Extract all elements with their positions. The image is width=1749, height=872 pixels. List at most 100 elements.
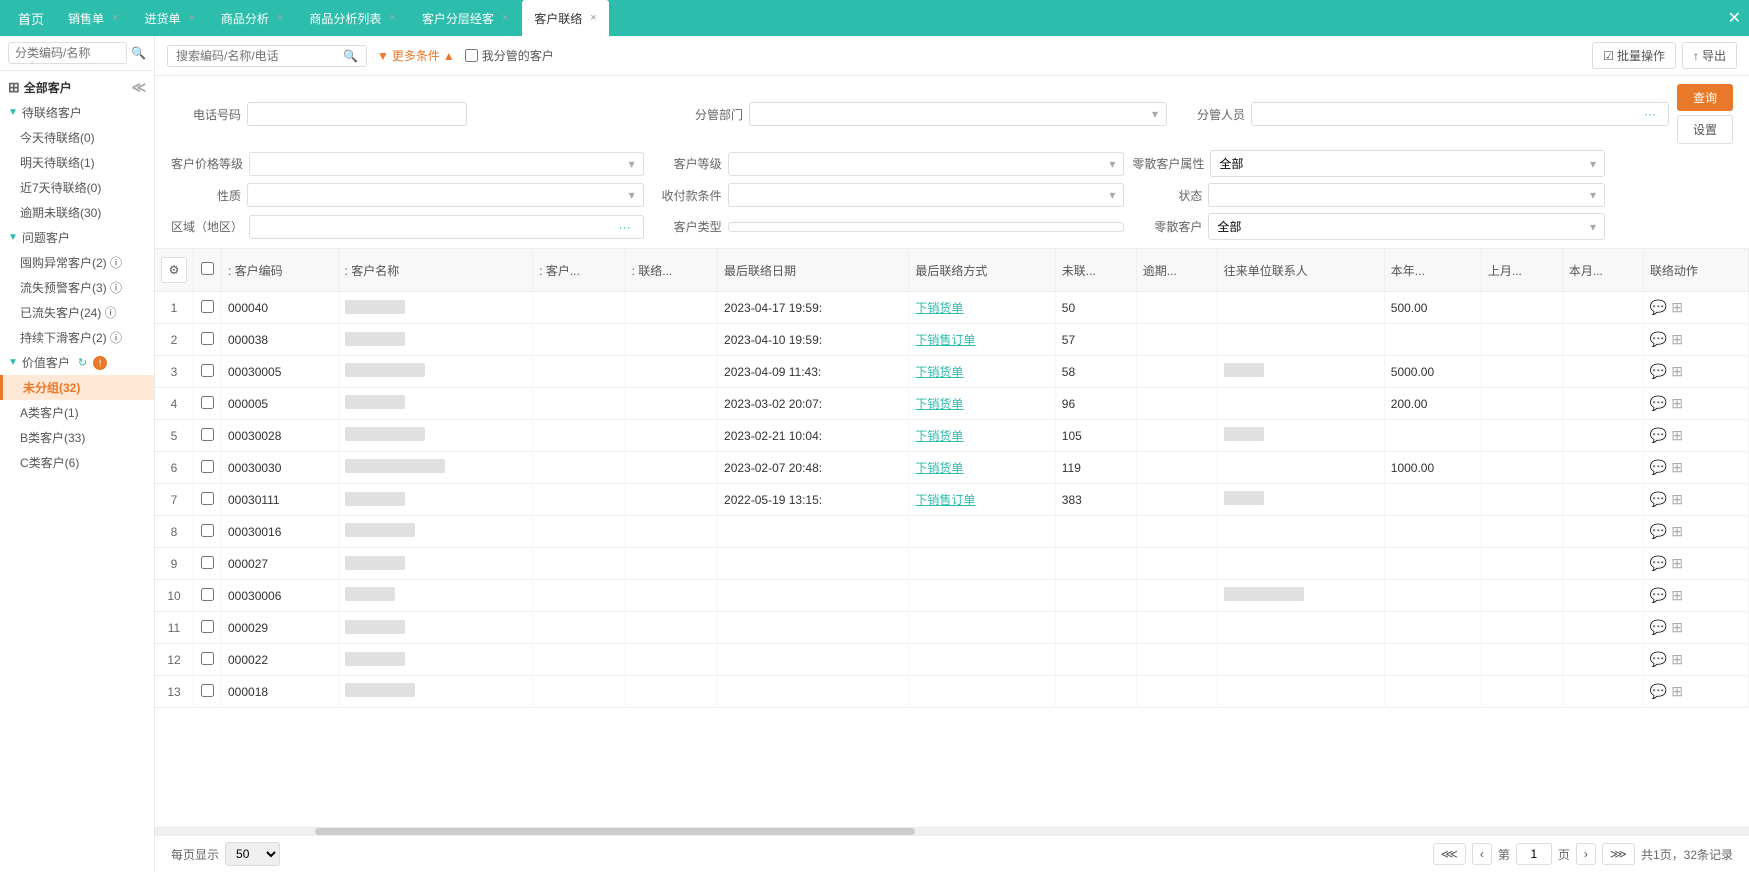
nav-tab-customer-contact[interactable]: 客户联络 × [522, 0, 608, 36]
nav-home[interactable]: 首页 [8, 9, 54, 28]
sidebar-item-tomorrow[interactable]: 明天待联络(1) [0, 150, 154, 175]
person-dots[interactable]: ··· [1640, 107, 1660, 121]
sidebar-search-icon[interactable]: 🔍 [131, 46, 146, 60]
row-checkbox[interactable] [201, 364, 214, 377]
nav-tab-customer-segment[interactable]: 客户分层经客 × [410, 0, 520, 36]
grid-action-icon[interactable]: ⊞ [1671, 331, 1683, 348]
nav-tab-purchase[interactable]: 进货单 × [132, 0, 206, 36]
region-dots[interactable]: ··· [615, 220, 635, 234]
chat-icon[interactable]: 💬 [1650, 587, 1667, 604]
my-customers-checkbox[interactable] [465, 49, 478, 62]
grid-action-icon[interactable]: ⊞ [1671, 523, 1683, 540]
first-page-btn[interactable]: ⋘ [1433, 843, 1466, 865]
chat-icon[interactable]: 💬 [1650, 395, 1667, 412]
filter-search-input[interactable] [176, 49, 339, 63]
chat-icon[interactable]: 💬 [1650, 299, 1667, 316]
nav-tab-analysis-list[interactable]: 商品分析列表 × [297, 0, 407, 36]
last-page-btn[interactable]: ⋙ [1602, 843, 1635, 865]
sidebar-item-declining[interactable]: 持续下滑客户(2) ⓘ [0, 325, 154, 350]
row-checkbox[interactable] [201, 428, 214, 441]
row-checkbox[interactable] [201, 684, 214, 697]
grid-action-icon[interactable]: ⊞ [1671, 619, 1683, 636]
nav-tab-analysis[interactable]: 商品分析 × [209, 0, 295, 36]
price-grade-select[interactable]: ▾ [249, 152, 644, 176]
sidebar-search-input[interactable] [8, 42, 127, 64]
region-select[interactable]: ··· [249, 215, 644, 239]
filter-search-icon[interactable]: 🔍 [343, 49, 358, 63]
chat-icon[interactable]: 💬 [1650, 459, 1667, 476]
method-link[interactable]: 下销货单 [915, 461, 963, 475]
method-link[interactable]: 下销售订单 [915, 333, 975, 347]
close-analysis-tab[interactable]: × [277, 12, 283, 24]
batch-ops-btn[interactable]: ☑ 批量操作 [1592, 42, 1676, 69]
sidebar-item-overdue[interactable]: 逾期未联络(30) [0, 200, 154, 225]
export-btn[interactable]: ↑ 导出 [1682, 42, 1737, 69]
confirm-btn[interactable]: 查询 [1677, 84, 1733, 111]
more-conditions-btn[interactable]: ▼ 更多条件 ▲ [377, 47, 455, 64]
chat-icon[interactable]: 💬 [1650, 491, 1667, 508]
customer-type-select[interactable] [728, 222, 1125, 232]
gear-btn[interactable]: ⚙ [161, 257, 187, 283]
grid-action-icon[interactable]: ⊞ [1671, 651, 1683, 668]
row-checkbox[interactable] [201, 396, 214, 409]
row-checkbox[interactable] [201, 556, 214, 569]
method-link[interactable]: 下销货单 [915, 397, 963, 411]
chat-icon[interactable]: 💬 [1650, 651, 1667, 668]
reset-btn[interactable]: 设置 [1677, 115, 1733, 144]
method-link[interactable]: 下销货单 [915, 365, 963, 379]
method-link[interactable]: 下销货单 [915, 429, 963, 443]
retail-attr-select[interactable]: 全部 ▾ [1210, 150, 1605, 177]
close-contact-tab[interactable]: × [590, 12, 596, 24]
row-checkbox[interactable] [201, 300, 214, 313]
close-sales-tab[interactable]: × [112, 12, 118, 24]
row-checkbox[interactable] [201, 524, 214, 537]
close-analysis-list-tab[interactable]: × [389, 12, 395, 24]
page-number-input[interactable] [1516, 843, 1552, 865]
prev-page-btn[interactable]: ‹ [1472, 843, 1492, 865]
row-checkbox[interactable] [201, 332, 214, 345]
method-link[interactable]: 下销售订单 [915, 493, 975, 507]
sidebar-item-class-a[interactable]: A类客户(1) [0, 400, 154, 425]
sidebar-item-ungroup[interactable]: 未分组(32) [0, 375, 154, 400]
nature-select[interactable]: ▾ [247, 183, 644, 207]
sidebar-item-hoarding[interactable]: 囤购异常客户(2) ⓘ [0, 250, 154, 275]
phone-input[interactable] [247, 102, 467, 126]
select-all-checkbox[interactable] [201, 262, 214, 275]
sidebar-item-class-b[interactable]: B类客户(33) [0, 425, 154, 450]
sidebar-item-7days[interactable]: 近7天待联络(0) [0, 175, 154, 200]
grid-action-icon[interactable]: ⊞ [1671, 683, 1683, 700]
sidebar-item-churned[interactable]: 已流失客户(24) ⓘ [0, 300, 154, 325]
grade-select[interactable]: ▾ [728, 152, 1125, 176]
grid-action-icon[interactable]: ⊞ [1671, 555, 1683, 572]
grid-action-icon[interactable]: ⊞ [1671, 363, 1683, 380]
group-pending-contact[interactable]: ▼ 待联络客户 [0, 100, 154, 125]
row-checkbox[interactable] [201, 620, 214, 633]
chat-icon[interactable]: 💬 [1650, 555, 1667, 572]
horizontal-scrollbar[interactable] [155, 827, 1749, 835]
person-select[interactable]: ··· [1251, 102, 1669, 126]
page-size-select[interactable]: 50 100 200 [225, 842, 280, 866]
chat-icon[interactable]: 💬 [1650, 683, 1667, 700]
row-checkbox[interactable] [201, 492, 214, 505]
close-segment-tab[interactable]: × [502, 12, 508, 24]
sidebar-item-class-c[interactable]: C类客户(6) [0, 450, 154, 475]
sidebar-item-today[interactable]: 今天待联络(0) [0, 125, 154, 150]
window-close-btn[interactable]: ✕ [1728, 8, 1741, 28]
grid-action-icon[interactable]: ⊞ [1671, 587, 1683, 604]
dept-select[interactable]: ▾ [749, 102, 1167, 126]
next-page-btn[interactable]: › [1576, 843, 1596, 865]
group-value-customers[interactable]: ▼ 价值客户 ↻ ! [0, 350, 154, 375]
chat-icon[interactable]: 💬 [1650, 619, 1667, 636]
payment-select[interactable]: ▾ [728, 183, 1125, 207]
grid-action-icon[interactable]: ⊞ [1671, 395, 1683, 412]
row-checkbox[interactable] [201, 588, 214, 601]
row-checkbox[interactable] [201, 460, 214, 473]
close-purchase-tab[interactable]: × [188, 12, 194, 24]
status-select[interactable]: ▾ [1208, 183, 1605, 207]
grid-action-icon[interactable]: ⊞ [1671, 299, 1683, 316]
grid-action-icon[interactable]: ⊞ [1671, 427, 1683, 444]
grid-action-icon[interactable]: ⊞ [1671, 491, 1683, 508]
collapse-sidebar-btn[interactable]: ≪ [131, 79, 146, 96]
method-link[interactable]: 下销货单 [915, 301, 963, 315]
chat-icon[interactable]: 💬 [1650, 523, 1667, 540]
